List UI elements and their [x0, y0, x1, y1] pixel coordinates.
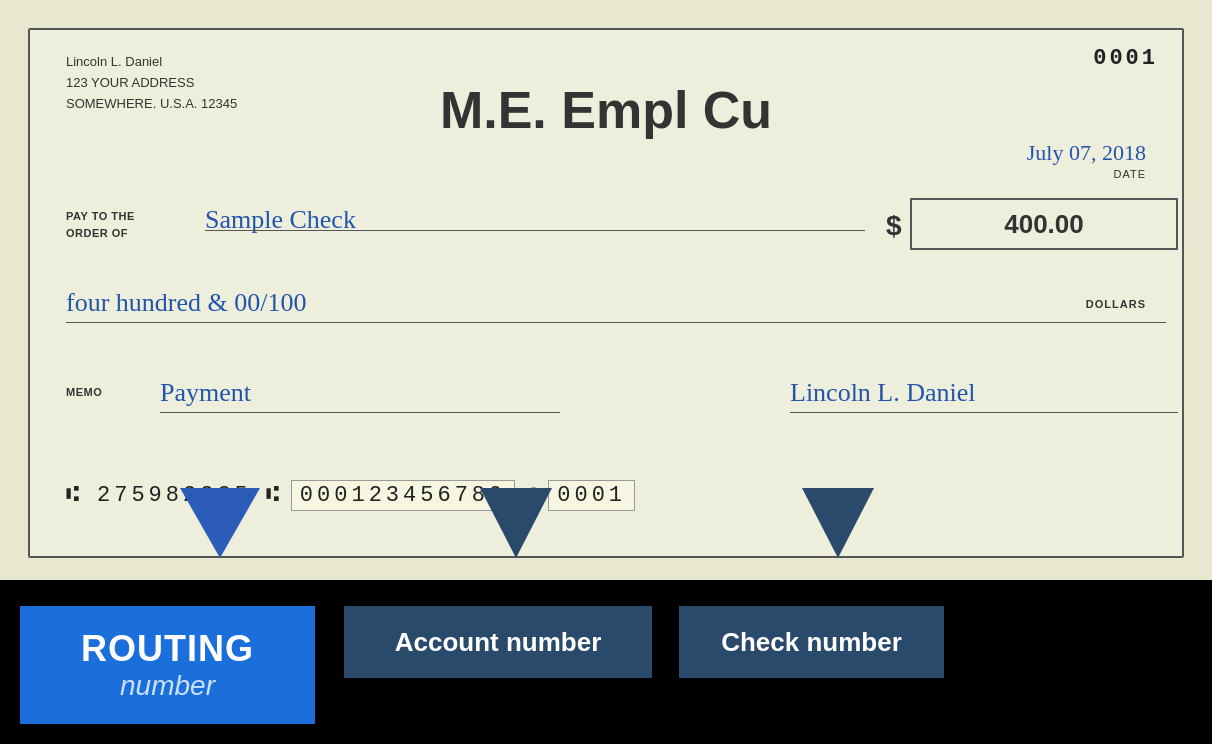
arrow-check [802, 488, 874, 558]
arrow-account [480, 488, 552, 558]
label-routing-top: ROUTING [81, 628, 254, 670]
signature-line [790, 412, 1178, 413]
date-value: July 07, 2018 [1027, 140, 1146, 166]
amount-value: 400.00 [1004, 209, 1084, 240]
page-wrapper: 0001 Lincoln L. Daniel 123 YOUR ADDRESS … [0, 0, 1212, 744]
label-account-text: Account number [395, 627, 602, 658]
memo-value: Payment [160, 378, 251, 408]
dollars-label: DOLLARS [1086, 298, 1146, 310]
date-area: July 07, 2018 DATE [1027, 140, 1146, 180]
label-account: Account number [344, 606, 652, 678]
written-amount: four hundred & 00/100 [66, 288, 306, 318]
arrow-routing [180, 488, 260, 558]
memo-line [160, 412, 560, 413]
label-check-text: Check number [721, 627, 902, 658]
pay-to-line [205, 230, 865, 231]
date-label: DATE [1027, 168, 1146, 180]
amount-box: 400.00 [910, 198, 1178, 250]
label-routing-bottom: number [120, 670, 215, 702]
check-number-top: 0001 [1093, 46, 1158, 71]
micr-separator-right: ⑆ [266, 483, 283, 508]
micr-separator-left: ⑆ [66, 483, 83, 508]
dollar-sign: $ [886, 210, 902, 242]
label-check: Check number [679, 606, 944, 678]
written-amount-line [66, 322, 1166, 323]
address-name: Lincoln L. Daniel [66, 52, 237, 73]
check-body: 0001 Lincoln L. Daniel 123 YOUR ADDRESS … [28, 28, 1184, 558]
memo-label: MEMO [66, 386, 102, 398]
label-routing: ROUTING number [20, 606, 315, 724]
signature-value: Lincoln L. Daniel [790, 378, 976, 408]
bank-name: M.E. Empl Cu [30, 80, 1182, 140]
micr-check-number: 0001 [548, 480, 635, 511]
pay-to-label: PAY TO THE ORDER OF [66, 208, 135, 241]
